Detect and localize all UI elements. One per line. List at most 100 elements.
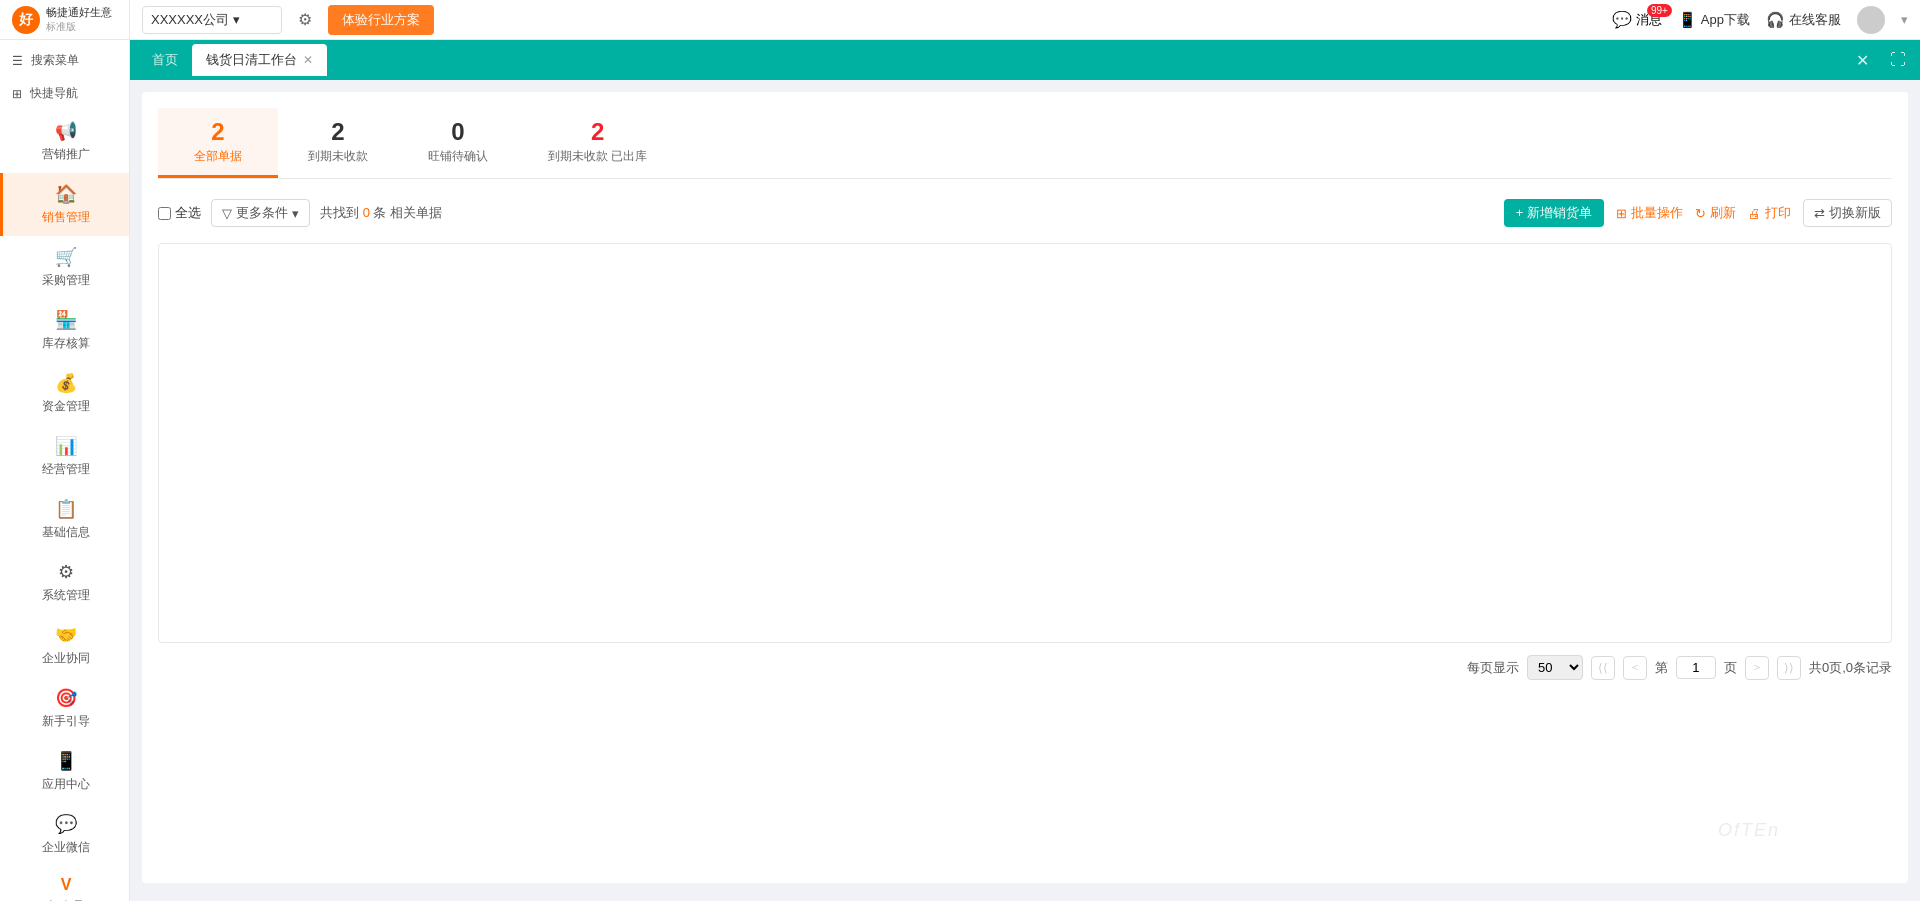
app-logo-icon: 好: [12, 6, 40, 34]
tab-home-label: 首页: [152, 51, 178, 69]
stat-num-pending: 0: [451, 118, 464, 146]
switch-icon: ⇄: [1814, 206, 1825, 221]
company-selector[interactable]: XXXXXX公司 ▾: [142, 6, 282, 34]
sidebar-item-search-menu[interactable]: ☰ 搜索菜单: [0, 44, 129, 77]
settings-button[interactable]: ⚙: [290, 5, 320, 35]
sidebar-item-marketing[interactable]: 📢 营销推广: [0, 110, 129, 173]
switch-label: 切换新版: [1829, 204, 1881, 222]
per-page-label: 每页显示: [1467, 659, 1519, 677]
add-sales-order-btn[interactable]: + 新增销货单: [1504, 199, 1604, 227]
top-bar-left: XXXXXX公司 ▾ ⚙ 体验行业方案: [142, 5, 434, 35]
stat-tab-pending-confirm[interactable]: 0 旺铺待确认: [398, 108, 518, 178]
top-bar: XXXXXX公司 ▾ ⚙ 体验行业方案 💬 消息 99+ 📱 App下载 🎧 在…: [130, 0, 1920, 40]
batch-operations-btn[interactable]: ⊞ 批量操作: [1616, 204, 1683, 222]
toolbar: 全选 ▽ 更多条件 ▾ 共找到 0 条 相关单据 + 新增销货单 ⊞: [158, 195, 1892, 231]
filter-chevron-icon: ▾: [292, 206, 299, 221]
sidebar-item-enterprise-wechat[interactable]: 💬 企业微信: [0, 803, 129, 866]
next-page-btn[interactable]: ＞: [1745, 656, 1769, 680]
main-content: 2 全部单据 2 到期未收款 0 旺铺待确认 2 到期未收款 已出库 全选: [130, 80, 1920, 901]
system-icon: ⚙: [58, 561, 74, 583]
app-download-button[interactable]: 📱 App下载: [1678, 11, 1750, 29]
message-badge: 99+: [1647, 4, 1672, 17]
user-avatar[interactable]: [1857, 6, 1885, 34]
count-suffix: 相关单据: [390, 205, 442, 220]
stat-label-pending: 旺铺待确认: [428, 148, 488, 165]
sidebar-item-system[interactable]: ⚙ 系统管理: [0, 551, 129, 614]
sidebar-item-quick-nav[interactable]: ⊞ 快捷导航: [0, 77, 129, 110]
refresh-btn[interactable]: ↻ 刷新: [1695, 204, 1736, 222]
app-download-label: App下载: [1701, 11, 1750, 29]
operations-icon: 📊: [55, 435, 77, 457]
app-name-label: 畅捷通好生意: [46, 5, 112, 19]
sidebar-item-finance[interactable]: 💰 资金管理: [0, 362, 129, 425]
stat-label-unshipped: 到期未收款 已出库: [548, 148, 647, 165]
more-filters-btn[interactable]: ▽ 更多条件 ▾: [211, 199, 310, 227]
marketing-icon: 📢: [55, 120, 77, 142]
sidebar: 好 畅捷通好生意 标准版 ☰ 搜索菜单 ⊞ 快捷导航 📢 营销推广 🏠 销售管理…: [0, 0, 130, 901]
experience-btn[interactable]: 体验行业方案: [328, 5, 434, 35]
sidebar-item-collab[interactable]: 🤝 企业协同: [0, 614, 129, 677]
stat-num-unshipped: 2: [591, 118, 604, 146]
inventory-label: 库存核算: [42, 335, 90, 352]
first-page-btn[interactable]: ⟨⟨: [1591, 656, 1615, 680]
sidebar-item-operations[interactable]: 📊 经营管理: [0, 425, 129, 488]
search-menu-label: 搜索菜单: [31, 52, 79, 69]
print-icon: 🖨: [1748, 206, 1761, 221]
stat-label-overdue: 到期未收款: [308, 148, 368, 165]
stat-tab-all[interactable]: 2 全部单据: [158, 108, 278, 178]
online-service-button[interactable]: 🎧 在线客服: [1766, 11, 1841, 29]
sales-label: 销售管理: [42, 209, 90, 226]
print-label: 打印: [1765, 204, 1791, 222]
sidebar-item-basic-info[interactable]: 📋 基础信息: [0, 488, 129, 551]
app-center-label: 应用中心: [42, 776, 90, 793]
tab-expand-icon[interactable]: ⛶: [1884, 46, 1912, 74]
prev-page-btn[interactable]: ＜: [1623, 656, 1647, 680]
more-filters-label: 更多条件: [236, 204, 288, 222]
tab-workbench[interactable]: 钱货日清工作台 ✕: [192, 44, 327, 76]
sidebar-item-inventory[interactable]: 🏪 库存核算: [0, 299, 129, 362]
sidebar-item-purchase[interactable]: 🛒 采购管理: [0, 236, 129, 299]
tab-home[interactable]: 首页: [138, 44, 192, 76]
app-center-icon: 📱: [55, 750, 77, 772]
content-area: 2 全部单据 2 到期未收款 0 旺铺待确认 2 到期未收款 已出库 全选: [142, 92, 1908, 883]
total-info: 共0页,0条记录: [1809, 659, 1892, 677]
chevron-down-icon: ▾: [233, 12, 240, 27]
system-label: 系统管理: [42, 587, 90, 604]
sidebar-item-sales[interactable]: 🏠 销售管理: [0, 173, 129, 236]
message-button[interactable]: 💬 消息 99+: [1612, 10, 1662, 29]
user-name-label[interactable]: ▾: [1901, 12, 1908, 27]
page-input[interactable]: [1676, 656, 1716, 679]
purchase-icon: 🛒: [55, 246, 77, 268]
tab-close-icon[interactable]: ✕: [303, 53, 313, 67]
tab-workbench-label: 钱货日清工作台: [206, 51, 297, 69]
enterprise-wechat-label: 企业微信: [42, 839, 90, 856]
quick-nav-icon: ⊞: [12, 87, 22, 101]
guide-label: 新手引导: [42, 713, 90, 730]
stat-tab-overdue-unpaid[interactable]: 2 到期未收款: [278, 108, 398, 178]
basic-info-icon: 📋: [55, 498, 77, 520]
finance-icon: 💰: [55, 372, 77, 394]
sidebar-item-member[interactable]: V 畅会员: [0, 866, 129, 901]
collab-icon: 🤝: [55, 624, 77, 646]
select-all-input[interactable]: [158, 207, 171, 220]
stat-tab-overdue-unshipped[interactable]: 2 到期未收款 已出库: [518, 108, 677, 178]
print-btn[interactable]: 🖨 打印: [1748, 204, 1791, 222]
select-all-checkbox[interactable]: 全选: [158, 204, 201, 222]
count-unit: 条: [373, 205, 386, 220]
last-page-btn[interactable]: ⟩⟩: [1777, 656, 1801, 680]
operations-label: 经营管理: [42, 461, 90, 478]
sales-icon: 🏠: [55, 183, 77, 205]
filter-icon: ▽: [222, 206, 232, 221]
sidebar-item-guide[interactable]: 🎯 新手引导: [0, 677, 129, 740]
sidebar-item-app-center[interactable]: 📱 应用中心: [0, 740, 129, 803]
tab-minimize-icon[interactable]: ✕: [1848, 46, 1876, 74]
stat-label-all: 全部单据: [194, 148, 242, 165]
company-name: XXXXXX公司: [151, 11, 229, 29]
batch-label: 批量操作: [1631, 204, 1683, 222]
tab-bar: 首页 钱货日清工作台 ✕ ✕ ⛶: [130, 40, 1920, 80]
switch-version-btn[interactable]: ⇄ 切换新版: [1803, 199, 1892, 227]
per-page-select[interactable]: 50 100 200: [1527, 655, 1583, 680]
select-all-label: 全选: [175, 204, 201, 222]
refresh-label: 刷新: [1710, 204, 1736, 222]
online-service-icon: 🎧: [1766, 11, 1785, 29]
